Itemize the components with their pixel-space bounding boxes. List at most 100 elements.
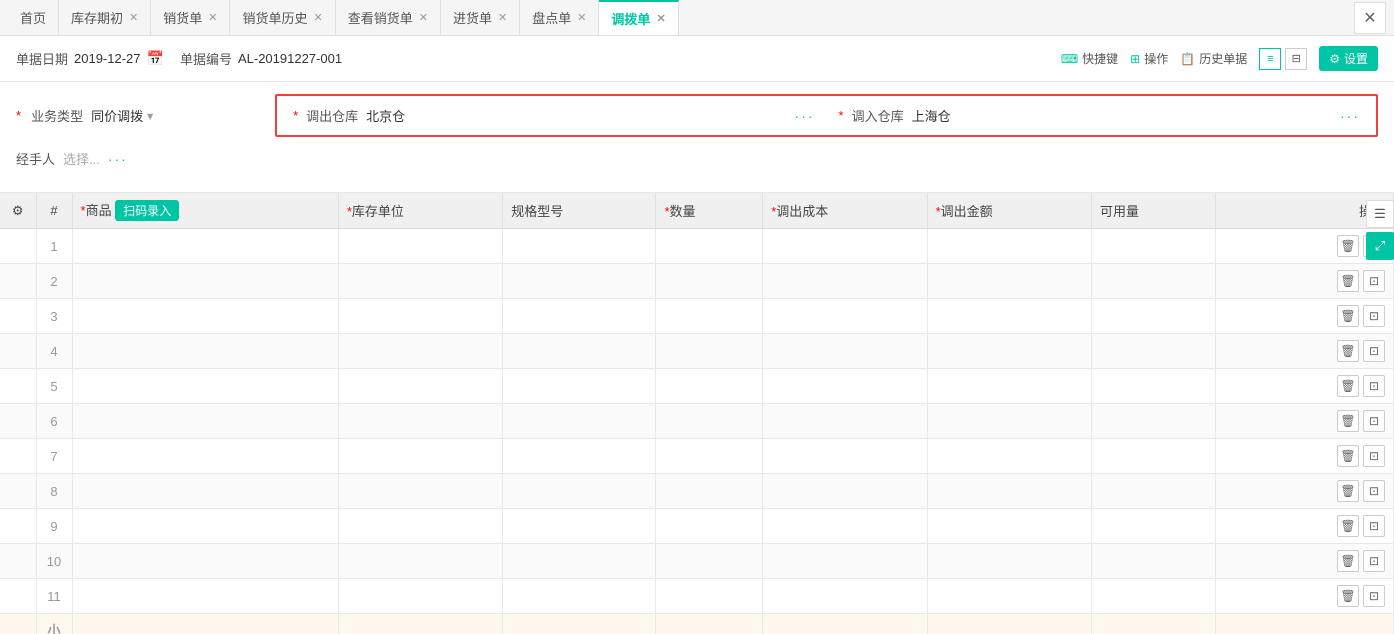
amount-cell-6[interactable]: [927, 404, 1091, 439]
spec-cell-3[interactable]: [503, 299, 656, 334]
unit-cell-10[interactable]: [338, 544, 502, 579]
spec-cell-8[interactable]: [503, 474, 656, 509]
product-cell-11[interactable]: [72, 579, 338, 614]
tab-transfer-order[interactable]: 调拨单 ✕: [599, 0, 678, 35]
close-tab-inventory-init[interactable]: ✕: [129, 11, 138, 24]
copy-row-btn-4[interactable]: ⊡: [1363, 340, 1385, 362]
copy-row-btn-6[interactable]: ⊡: [1363, 410, 1385, 432]
delete-row-btn-11[interactable]: 🗑: [1337, 585, 1359, 607]
copy-row-btn-2[interactable]: ⊡: [1363, 270, 1385, 292]
unit-cell-9[interactable]: [338, 509, 502, 544]
col-gear[interactable]: ⚙: [0, 193, 36, 229]
amount-cell-4[interactable]: [927, 334, 1091, 369]
cost-cell-9[interactable]: [763, 509, 927, 544]
settings-button[interactable]: ⚙ 设置: [1319, 46, 1378, 71]
product-cell-10[interactable]: [72, 544, 338, 579]
spec-cell-4[interactable]: [503, 334, 656, 369]
shortcuts-action[interactable]: ⌨ 快捷键: [1061, 50, 1118, 67]
close-tab-transfer-order[interactable]: ✕: [656, 12, 665, 25]
close-tab-view-sales[interactable]: ✕: [419, 11, 428, 24]
qty-cell-4[interactable]: [656, 334, 763, 369]
product-cell-7[interactable]: [72, 439, 338, 474]
close-tab-purchase-order[interactable]: ✕: [498, 11, 507, 24]
sidebar-list-btn[interactable]: ☰: [1366, 200, 1394, 228]
qty-cell-1[interactable]: [656, 229, 763, 264]
amount-cell-11[interactable]: [927, 579, 1091, 614]
spec-cell-9[interactable]: [503, 509, 656, 544]
cost-cell-8[interactable]: [763, 474, 927, 509]
source-warehouse-dots[interactable]: ···: [795, 108, 815, 124]
close-tab-sales-history[interactable]: ✕: [314, 11, 323, 24]
amount-cell-10[interactable]: [927, 544, 1091, 579]
qty-cell-9[interactable]: [656, 509, 763, 544]
cost-cell-5[interactable]: [763, 369, 927, 404]
business-type-select[interactable]: 同价调拨 ▾: [91, 106, 251, 125]
calendar-icon[interactable]: 📅: [147, 50, 164, 67]
tab-inventory-init[interactable]: 库存期初 ✕: [59, 0, 151, 35]
amount-cell-8[interactable]: [927, 474, 1091, 509]
tab-sales-order[interactable]: 销货单 ✕: [151, 0, 230, 35]
qty-cell-2[interactable]: [656, 264, 763, 299]
operations-action[interactable]: ⊞ 操作: [1130, 50, 1168, 67]
qty-cell-7[interactable]: [656, 439, 763, 474]
target-warehouse-dots[interactable]: ···: [1340, 108, 1360, 124]
tab-sales-history[interactable]: 销货单历史 ✕: [230, 0, 335, 35]
cost-cell-2[interactable]: [763, 264, 927, 299]
delete-row-btn-4[interactable]: 🗑: [1337, 340, 1359, 362]
cost-cell-10[interactable]: [763, 544, 927, 579]
amount-cell-1[interactable]: [927, 229, 1091, 264]
qty-cell-8[interactable]: [656, 474, 763, 509]
tab-stock-check[interactable]: 盘点单 ✕: [520, 0, 599, 35]
sidebar-expand-btn[interactable]: ⤢: [1366, 232, 1394, 260]
unit-cell-2[interactable]: [338, 264, 502, 299]
delete-row-btn-1[interactable]: 🗑: [1337, 235, 1359, 257]
spec-cell-1[interactable]: [503, 229, 656, 264]
delete-row-btn-6[interactable]: 🗑: [1337, 410, 1359, 432]
qty-cell-10[interactable]: [656, 544, 763, 579]
close-tab-sales-order[interactable]: ✕: [208, 11, 217, 24]
spec-cell-11[interactable]: [503, 579, 656, 614]
cost-cell-6[interactable]: [763, 404, 927, 439]
unit-cell-8[interactable]: [338, 474, 502, 509]
delete-row-btn-7[interactable]: 🗑: [1337, 445, 1359, 467]
close-tab-stock-check[interactable]: ✕: [577, 11, 586, 24]
cost-cell-3[interactable]: [763, 299, 927, 334]
copy-row-btn-3[interactable]: ⊡: [1363, 305, 1385, 327]
qty-cell-6[interactable]: [656, 404, 763, 439]
handler-value[interactable]: 选择...: [63, 149, 100, 168]
unit-cell-5[interactable]: [338, 369, 502, 404]
window-close-button[interactable]: ✕: [1354, 2, 1386, 34]
delete-row-btn-5[interactable]: 🗑: [1337, 375, 1359, 397]
qty-cell-3[interactable]: [656, 299, 763, 334]
unit-cell-6[interactable]: [338, 404, 502, 439]
layout-icon-grid[interactable]: ⊟: [1285, 48, 1307, 70]
amount-cell-5[interactable]: [927, 369, 1091, 404]
copy-row-btn-8[interactable]: ⊡: [1363, 480, 1385, 502]
product-cell-8[interactable]: [72, 474, 338, 509]
cost-cell-11[interactable]: [763, 579, 927, 614]
unit-cell-4[interactable]: [338, 334, 502, 369]
unit-cell-11[interactable]: [338, 579, 502, 614]
spec-cell-7[interactable]: [503, 439, 656, 474]
product-cell-9[interactable]: [72, 509, 338, 544]
amount-cell-2[interactable]: [927, 264, 1091, 299]
copy-row-btn-10[interactable]: ⊡: [1363, 550, 1385, 572]
spec-cell-10[interactable]: [503, 544, 656, 579]
tab-home[interactable]: 首页: [8, 0, 59, 35]
delete-row-btn-10[interactable]: 🗑: [1337, 550, 1359, 572]
unit-cell-1[interactable]: [338, 229, 502, 264]
product-cell-2[interactable]: [72, 264, 338, 299]
copy-row-btn-7[interactable]: ⊡: [1363, 445, 1385, 467]
copy-row-btn-9[interactable]: ⊡: [1363, 515, 1385, 537]
product-cell-5[interactable]: [72, 369, 338, 404]
qty-cell-11[interactable]: [656, 579, 763, 614]
handler-dots[interactable]: ···: [108, 151, 128, 167]
tab-view-sales[interactable]: 查看销货单 ✕: [336, 0, 441, 35]
cost-cell-4[interactable]: [763, 334, 927, 369]
product-cell-4[interactable]: [72, 334, 338, 369]
product-cell-6[interactable]: [72, 404, 338, 439]
unit-cell-3[interactable]: [338, 299, 502, 334]
amount-cell-3[interactable]: [927, 299, 1091, 334]
unit-cell-7[interactable]: [338, 439, 502, 474]
tab-purchase-order[interactable]: 进货单 ✕: [441, 0, 520, 35]
